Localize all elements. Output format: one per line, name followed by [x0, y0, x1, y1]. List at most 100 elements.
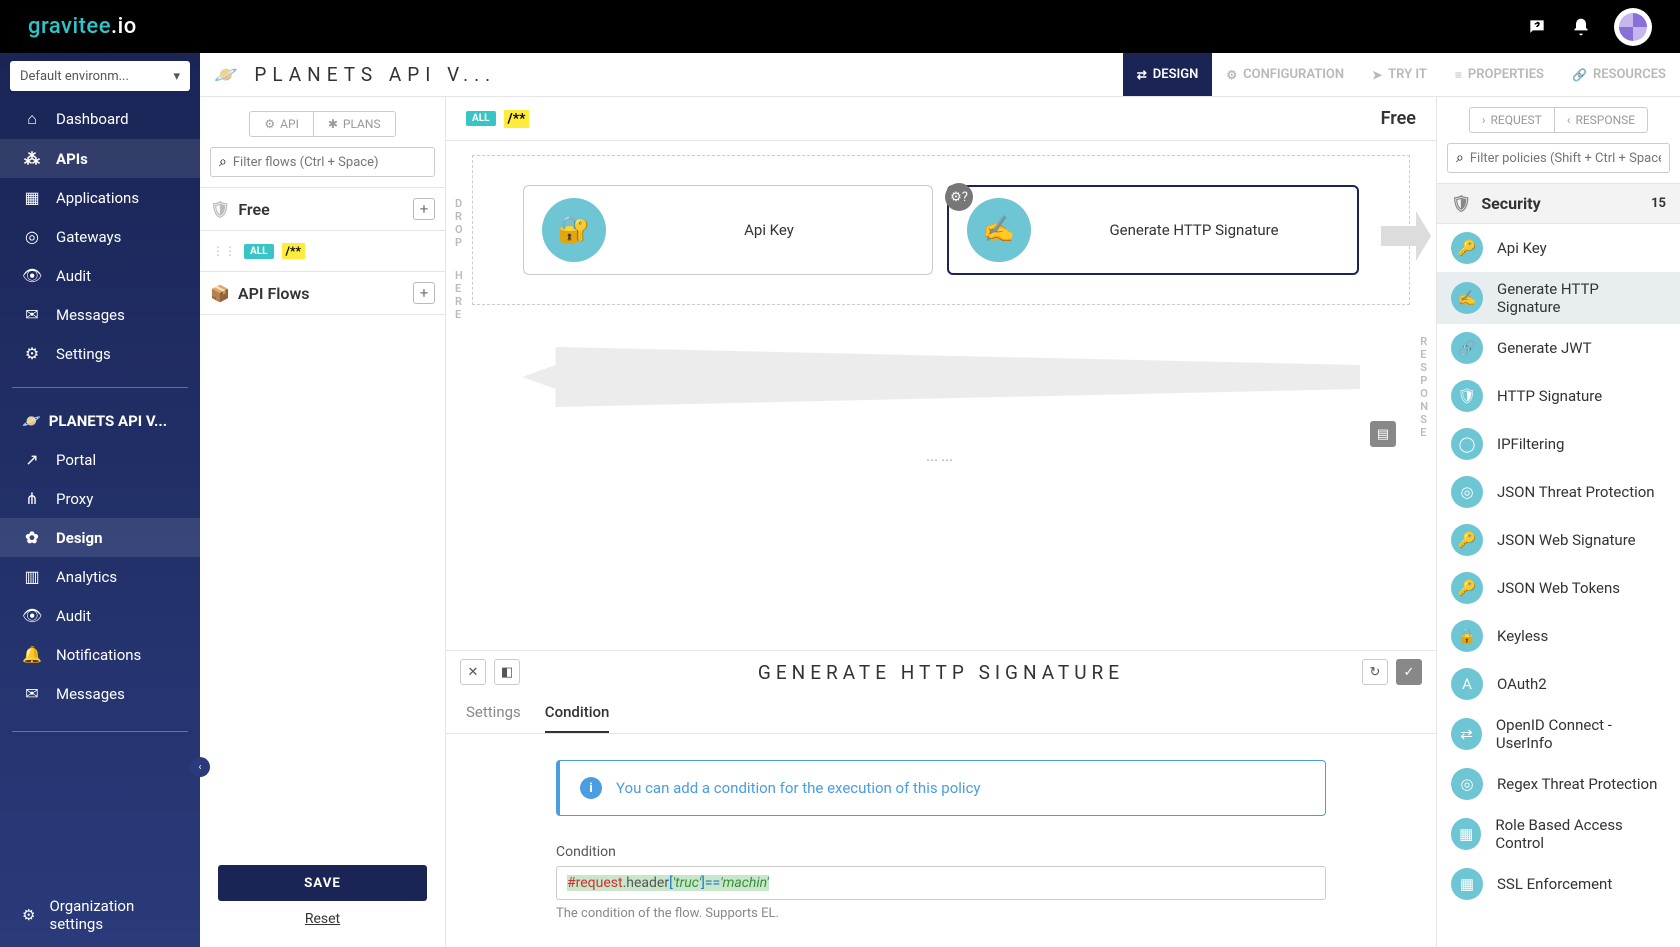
refresh-button[interactable]: ↻	[1362, 659, 1388, 685]
nav-item-audit[interactable]: 👁Audit	[0, 256, 200, 295]
policy-icon: A	[1451, 668, 1483, 700]
policy-icon: ◎	[1451, 768, 1483, 800]
nav-item-messages[interactable]: ✉Messages	[0, 295, 200, 334]
confirm-button[interactable]: ✓	[1396, 659, 1422, 685]
collapse-sidebar-button[interactable]: ‹	[190, 757, 210, 777]
category-count: 15	[1651, 196, 1666, 211]
policy-item[interactable]: 🔑JSON Web Signature	[1437, 516, 1680, 564]
nav-icon: ⁂	[22, 149, 42, 168]
nav-icon: ↗	[22, 450, 42, 469]
policy-api-key[interactable]: 🔐 Api Key	[523, 185, 933, 275]
policy-item[interactable]: ◯IPFiltering	[1437, 420, 1680, 468]
tab-design[interactable]: ⇄DESIGN	[1123, 53, 1213, 96]
group-api-flows[interactable]: 📦API Flows +	[200, 271, 445, 315]
tab-request[interactable]: ›REQUEST	[1469, 107, 1555, 133]
api-name-header: 🪐PLANETS API V...	[0, 402, 200, 440]
policy-item[interactable]: 🔒Keyless	[1437, 612, 1680, 660]
category-security[interactable]: 🛡Security 15	[1437, 183, 1680, 224]
drag-handle-icon[interactable]: ⋮⋮	[212, 244, 236, 258]
save-button[interactable]: SAVE	[218, 865, 427, 901]
page-title: 🪐 PLANETS API V...	[214, 63, 496, 86]
notifications-icon[interactable]	[1570, 16, 1592, 38]
drop-label: DROP	[455, 197, 465, 249]
nav-item-dashboard[interactable]: ⌂Dashboard	[0, 99, 200, 139]
organization-settings[interactable]: ⚙Organization settings	[0, 883, 200, 947]
search-policies-input[interactable]	[1470, 151, 1661, 166]
topbar: gravitee.io	[0, 0, 1680, 53]
user-avatar[interactable]	[1614, 8, 1652, 46]
policy-item[interactable]: ◎Regex Threat Protection	[1437, 760, 1680, 808]
nav-item-audit[interactable]: 👁Audit	[0, 596, 200, 635]
response-label: RESPONSE	[1420, 335, 1430, 439]
tab-icon: ≡	[1455, 68, 1462, 82]
tab-properties[interactable]: ≡PROPERTIES	[1441, 53, 1558, 96]
response-lane[interactable]	[472, 327, 1410, 427]
tab-configuration[interactable]: ⚙CONFIGURATION	[1212, 53, 1358, 96]
policy-item[interactable]: AOAuth2	[1437, 660, 1680, 708]
policy-detail-panel: ✕ ◧ GENERATE HTTP SIGNATURE ↻ ✓ Settings…	[446, 650, 1436, 947]
policy-icon: ◎	[1451, 476, 1483, 508]
info-banner: i You can add a condition for the execut…	[556, 760, 1326, 816]
cube-icon: 📦	[210, 284, 230, 303]
gear-icon[interactable]: ⚙?	[945, 183, 973, 211]
nav-icon: ⌂	[22, 109, 42, 129]
flow-row[interactable]: ⋮⋮ ALL /**	[200, 231, 445, 271]
tab-plans[interactable]: ✱PLANS	[314, 111, 396, 137]
nav-icon: ⚙	[22, 344, 42, 363]
nav-icon: 🔔	[22, 645, 42, 664]
nav-icon: ▥	[22, 567, 42, 586]
flow-path: /**	[504, 110, 530, 128]
tab-settings[interactable]: Settings	[466, 693, 521, 733]
policy-icon: 🔑	[1451, 524, 1483, 556]
nav-item-proxy[interactable]: ⋔Proxy	[0, 479, 200, 518]
nav-item-analytics[interactable]: ▥Analytics	[0, 557, 200, 596]
nav-item-apis[interactable]: ⁂APIs	[0, 139, 200, 178]
close-button[interactable]: ✕	[460, 659, 486, 685]
tab-response[interactable]: ‹RESPONSE	[1555, 107, 1648, 133]
nav-item-messages[interactable]: ✉Messages	[0, 674, 200, 713]
nav-item-design[interactable]: ✿Design	[0, 518, 200, 557]
tab-try it[interactable]: ➤TRY IT	[1358, 53, 1441, 96]
arrow-icon	[1381, 211, 1431, 261]
policy-item[interactable]: ⇄OpenID Connect - UserInfo	[1437, 708, 1680, 760]
search-policies[interactable]: ⌕	[1447, 143, 1670, 173]
policy-item[interactable]: 🔑JSON Web Tokens	[1437, 564, 1680, 612]
signature-icon: ✍	[967, 198, 1031, 262]
policy-item[interactable]: ✍Generate HTTP Signature	[1437, 272, 1680, 324]
condition-input[interactable]: #request.header['truc']=='machin'	[556, 866, 1326, 900]
nav-item-gateways[interactable]: ◎Gateways	[0, 217, 200, 256]
policy-item[interactable]: ◎JSON Threat Protection	[1437, 468, 1680, 516]
environment-selector[interactable]: Default environm...▾	[10, 61, 190, 91]
policies-panel: ›REQUEST ‹RESPONSE ⌕ 🛡Security 15 🔑Api K…	[1436, 97, 1680, 947]
tab-api[interactable]: ⚙API	[249, 111, 313, 137]
policy-item[interactable]: ▦Role Based Access Control	[1437, 808, 1680, 860]
policy-item[interactable]: 🔑Api Key	[1437, 224, 1680, 272]
nav-item-applications[interactable]: ▦Applications	[0, 178, 200, 217]
tab-icon: ➤	[1372, 68, 1382, 82]
page-header: 🪐 PLANETS API V... ⇄DESIGN⚙CONFIGURATION…	[200, 53, 1680, 97]
plan-name: Free	[1381, 108, 1416, 129]
nav-item-notifications[interactable]: 🔔Notifications	[0, 635, 200, 674]
add-flow-button[interactable]: +	[413, 282, 435, 304]
help-icon[interactable]	[1526, 16, 1548, 38]
policy-icon: 🔑	[1451, 232, 1483, 264]
expand-button[interactable]: ◧	[494, 659, 520, 685]
policy-icon: 🔑	[1451, 572, 1483, 604]
request-lane[interactable]: 🔐 Api Key ⚙? ✍ Generate HTTP Signature	[472, 155, 1410, 305]
nav-item-settings[interactable]: ⚙Settings	[0, 334, 200, 373]
search-flows[interactable]: ⌕	[210, 147, 435, 177]
nav-icon: ✉	[22, 684, 42, 703]
policy-item[interactable]: ▦SSL Enforcement	[1437, 860, 1680, 908]
reset-button[interactable]: Reset	[305, 911, 340, 927]
policy-item[interactable]: 🛡HTTP Signature	[1437, 372, 1680, 420]
add-flow-button[interactable]: +	[413, 198, 435, 220]
policy-generate-http-signature[interactable]: ⚙? ✍ Generate HTTP Signature	[947, 185, 1359, 275]
group-free[interactable]: 🛡Free +	[200, 187, 445, 231]
flows-panel: ⚙API ✱PLANS ⌕ 🛡Free + ⋮⋮ ALL /** 📦A	[200, 97, 446, 947]
policy-item[interactable]: 🔗Generate JWT	[1437, 324, 1680, 372]
resize-handle[interactable]: ⋯⋯	[472, 453, 1410, 467]
nav-item-portal[interactable]: ↗Portal	[0, 440, 200, 479]
tab-condition[interactable]: Condition	[545, 693, 610, 733]
search-flows-input[interactable]	[233, 155, 426, 170]
tab-resources[interactable]: 🔗RESOURCES	[1558, 53, 1680, 96]
